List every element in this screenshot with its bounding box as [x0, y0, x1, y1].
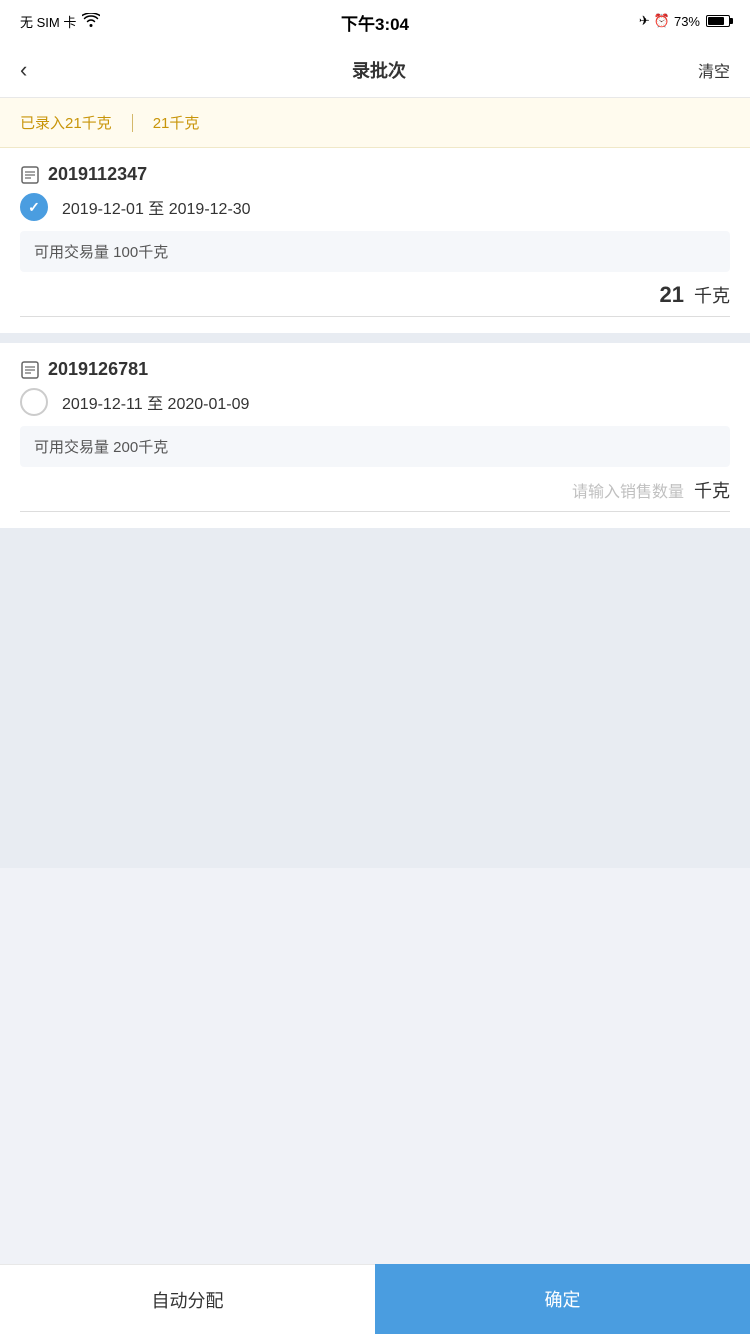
batch2-date-row[interactable]: 2019-12-11 至 2020-01-09 [20, 388, 730, 416]
confirm-button[interactable]: 确定 [375, 1264, 750, 1334]
batch2-input-row: 请输入销售数量 千克 [20, 477, 730, 512]
batch2-card: 2019126781 2019-12-11 至 2020-01-09 可用交易量… [0, 343, 750, 467]
battery-icon [706, 15, 730, 27]
auto-distribute-button[interactable]: 自动分配 [0, 1264, 375, 1334]
batch1-quantity-row: 21 千克 [20, 282, 730, 317]
status-bar: 无 SIM 卡 下午3:04 ✈ ⏰ 73% [0, 0, 750, 42]
section-separator [0, 333, 750, 343]
status-right: ✈ ⏰ 73% [639, 13, 730, 29]
total-amount: 21千克 [153, 112, 200, 133]
batch2-id: 2019126781 [48, 359, 148, 380]
batch2-id-row: 2019126781 [20, 359, 730, 380]
info-banner: 已录入21千克 21千克 [0, 98, 750, 148]
batch1-card: 2019112347 2019-12-01 至 2019-12-30 可用交易量… [0, 148, 750, 272]
batch2-input-unit: 千克 [694, 477, 730, 503]
status-time: 下午3:04 [341, 10, 409, 35]
batch1-date-row[interactable]: 2019-12-01 至 2019-12-30 [20, 193, 730, 221]
batch2-input-wrapper: 请输入销售数量 千克 [0, 467, 750, 528]
battery-percent: 73% [674, 14, 700, 29]
batch1-avail: 可用交易量 100千克 [20, 231, 730, 272]
batch1-icon [20, 165, 40, 185]
no-sim-text: 无 SIM 卡 [20, 12, 76, 31]
back-button[interactable]: ‹ [20, 57, 60, 83]
nav-bar: ‹ 录批次 清空 [0, 42, 750, 98]
status-left: 无 SIM 卡 [20, 12, 100, 31]
batch2-date-range: 2019-12-11 至 2020-01-09 [62, 390, 249, 414]
batch2-input-placeholder[interactable]: 请输入销售数量 [572, 478, 684, 502]
batch1-date-range: 2019-12-01 至 2019-12-30 [62, 195, 251, 219]
alarm-icon: ⏰ [654, 13, 670, 29]
batch2-avail: 可用交易量 200千克 [20, 426, 730, 467]
batch1-quantity-unit: 千克 [694, 282, 730, 308]
gray-area [0, 528, 750, 868]
location-icon: ✈ [639, 13, 650, 29]
page-title: 录批次 [352, 57, 406, 83]
recorded-amount: 已录入21千克 [20, 112, 112, 133]
clear-button[interactable]: 清空 [698, 58, 730, 82]
batch1-quantity-wrapper: 21 千克 [0, 272, 750, 333]
batch2-radio[interactable] [20, 388, 48, 416]
wifi-icon [82, 13, 100, 30]
bottom-bar: 自动分配 确定 [0, 1264, 750, 1334]
info-divider [132, 114, 133, 132]
batch1-id: 2019112347 [48, 164, 147, 185]
batch1-id-row: 2019112347 [20, 164, 730, 185]
batch2-icon [20, 360, 40, 380]
batch1-radio[interactable] [20, 193, 48, 221]
batch1-quantity-value[interactable]: 21 [660, 282, 684, 308]
